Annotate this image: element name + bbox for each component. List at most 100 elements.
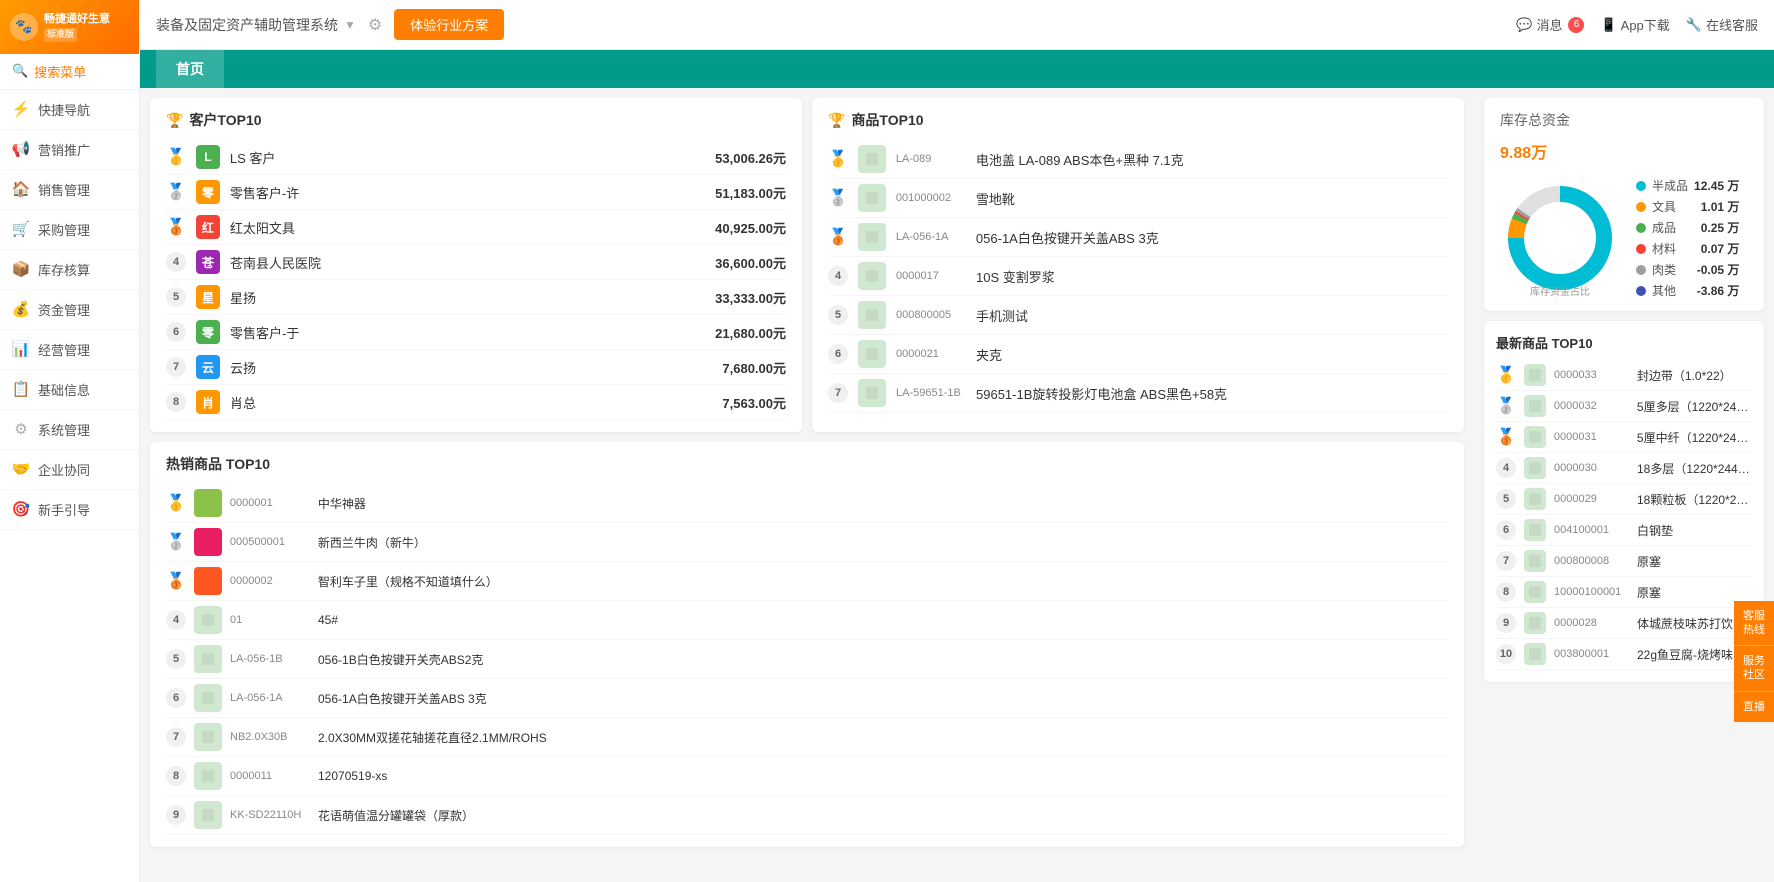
float-button-直播[interactable]: 直播 [1734,692,1774,722]
rank-number: 5 [166,287,186,307]
customer-name: 星扬 [230,288,705,307]
gold-medal-icon: 🥇 [166,147,186,167]
rank-number: 5 [166,649,186,669]
tab-home[interactable]: 首页 [156,50,224,88]
customer-name: 红太阳文具 [230,218,705,237]
hot-product-name: 智利车子里（规格不知道填什么） [318,573,1448,590]
hot-product-name: 056-1A白色按键开关盖ABS 3克 [318,690,1448,707]
legend-item: 肉类 -0.05 万 [1636,261,1739,278]
rank-number: 4 [166,252,186,272]
silver-medal-icon: 🥈 [166,182,186,202]
rank-number: 5 [828,305,848,325]
hot-product-code: KK-SD22110H [230,809,310,821]
hot-product-code: 0000011 [230,770,310,782]
sidebar-item-库存核算[interactable]: 📦 库存核算 [0,250,139,290]
hot-products-list: 🥇 0000001 中华神器 🥈 000500001 新西兰牛肉（新牛） 🥉 0… [166,484,1448,835]
rank-number: 5 [1496,489,1516,509]
product-thumb [194,762,222,790]
rank-number: 10 [1496,644,1516,664]
sidebar-item-销售管理[interactable]: 🏠 销售管理 [0,170,139,210]
customer-item: 🥉 红 红太阳文具 40,925.00元 [166,210,786,245]
donut-chart: 库存资金占比 [1500,178,1620,298]
message-button[interactable]: 💬 消息 6 [1516,15,1584,34]
legend-dot [1636,286,1646,296]
new-product-code: 0000032 [1554,400,1629,412]
top-section: 🏆 客户TOP10 🥇 L LS 客户 53,006.26元 🥈 零 零售客户-… [150,98,1464,432]
product-code: 0000017 [896,270,966,282]
new-product-name: 白钢垫 [1637,522,1752,539]
product-thumb [858,340,886,368]
sidebar-item-经营管理[interactable]: 📊 经营管理 [0,330,139,370]
new-product-item: 6 004100001 白钢垫 [1496,515,1752,546]
new-products-title: 最新商品 TOP10 [1496,333,1752,352]
product-thumb [858,301,886,329]
new-product-item: 🥇 0000033 封边带（1.0*22） [1496,360,1752,391]
rank-number: 4 [166,610,186,630]
product-thumb [858,145,886,173]
sidebar-item-快捷导航[interactable]: ⚡ 快捷导航 [0,90,139,130]
hot-product-item: 6 LA-056-1A 056-1A白色按键开关盖ABS 3克 [166,679,1448,718]
customer-avatar: 零 [196,180,220,204]
product-code: LA-089 [896,153,966,165]
product-name: 夹克 [976,345,1448,364]
goods-item: 5 000800005 手机测试 [828,296,1448,335]
rank-number: 7 [166,357,186,377]
customer-top10-title: 🏆 客户TOP10 [166,110,786,130]
goods-top10-title: 🏆 商品TOP10 [828,110,1448,130]
product-name: 056-1A白色按键开关盖ABS 3克 [976,228,1448,247]
rank-number: 9 [166,805,186,825]
trial-button[interactable]: 体验行业方案 [394,9,504,40]
online-service-button[interactable]: 🔧 在线客服 [1686,15,1758,34]
search-menu[interactable]: 🔍 搜索菜单 [0,54,139,90]
product-thumb [858,262,886,290]
rank-number: 7 [1496,551,1516,571]
logo-icon: 🐾 [10,13,38,41]
sidebar-item-新手引导[interactable]: 🎯 新手引导 [0,490,139,530]
legend-name: 肉类 [1652,261,1691,278]
hot-product-item: 5 LA-056-1B 056-1B白色按键开关壳ABS2克 [166,640,1448,679]
rank-number: 4 [828,266,848,286]
new-product-item: 7 000800008 原塞 [1496,546,1752,577]
product-name: 电池盖 LA-089 ABS本色+黑种 7.1克 [976,150,1448,169]
product-thumb [194,723,222,751]
customer-avatar: L [196,145,220,169]
legend-name: 材料 [1652,240,1695,257]
content-area: 🏆 客户TOP10 🥇 L LS 客户 53,006.26元 🥈 零 零售客户-… [140,88,1774,882]
sidebar-item-营销推广[interactable]: 📢 营销推广 [0,130,139,170]
rank-number: 6 [166,322,186,342]
float-button-服务社区[interactable]: 服务社区 [1734,646,1774,692]
sidebar-item-企业协同[interactable]: 🤝 企业协同 [0,450,139,490]
legend-value: -3.86 万 [1697,282,1740,299]
product-thumb [194,801,222,829]
sidebar-icon: ⚙ [12,420,30,438]
hot-product-code: 01 [230,614,310,626]
sidebar-logo: 🐾 畅捷通好生意 标准版 [0,0,139,54]
product-name: 雪地靴 [976,189,1448,208]
sidebar-item-基础信息[interactable]: 📋 基础信息 [0,370,139,410]
product-thumb [194,489,222,517]
logo-text: 畅捷通好生意 标准版 [44,12,110,42]
settings-icon[interactable]: ⚙ [368,15,382,35]
app-download-button[interactable]: 📱 App下载 [1600,15,1669,34]
customer-amount: 51,183.00元 [715,183,786,202]
new-product-code: 0000029 [1554,493,1629,505]
sidebar-item-采购管理[interactable]: 🛒 采购管理 [0,210,139,250]
hot-product-item: 9 KK-SD22110H 花语萌值温分罐罐袋（厚款） [166,796,1448,835]
legend-name: 其他 [1652,282,1691,299]
customer-amount: 7,563.00元 [722,393,786,412]
new-product-thumb [1524,364,1546,386]
message-icon: 💬 [1516,17,1532,33]
inventory-legend: 半成品 12.45 万 文具 1.01 万 成品 0.25 万 材料 0.07 … [1636,177,1739,299]
dropdown-arrow-icon[interactable]: ▼ [344,18,356,32]
sidebar-item-系统管理[interactable]: ⚙ 系统管理 [0,410,139,450]
legend-value: 0.07 万 [1701,240,1740,257]
customer-name: 肖总 [230,393,712,412]
product-code: 001000002 [896,192,966,204]
new-product-name: 原塞 [1637,553,1752,570]
silver-medal-icon: 🥈 [166,532,186,552]
legend-dot [1636,223,1646,233]
float-button-客服热线[interactable]: 客服热线 [1734,601,1774,647]
sidebar-item-资金管理[interactable]: 💰 资金管理 [0,290,139,330]
new-product-item: 9 0000028 体城蔗枝味苏打饮品400毫升（1*15） [1496,608,1752,639]
product-thumb [194,567,222,595]
